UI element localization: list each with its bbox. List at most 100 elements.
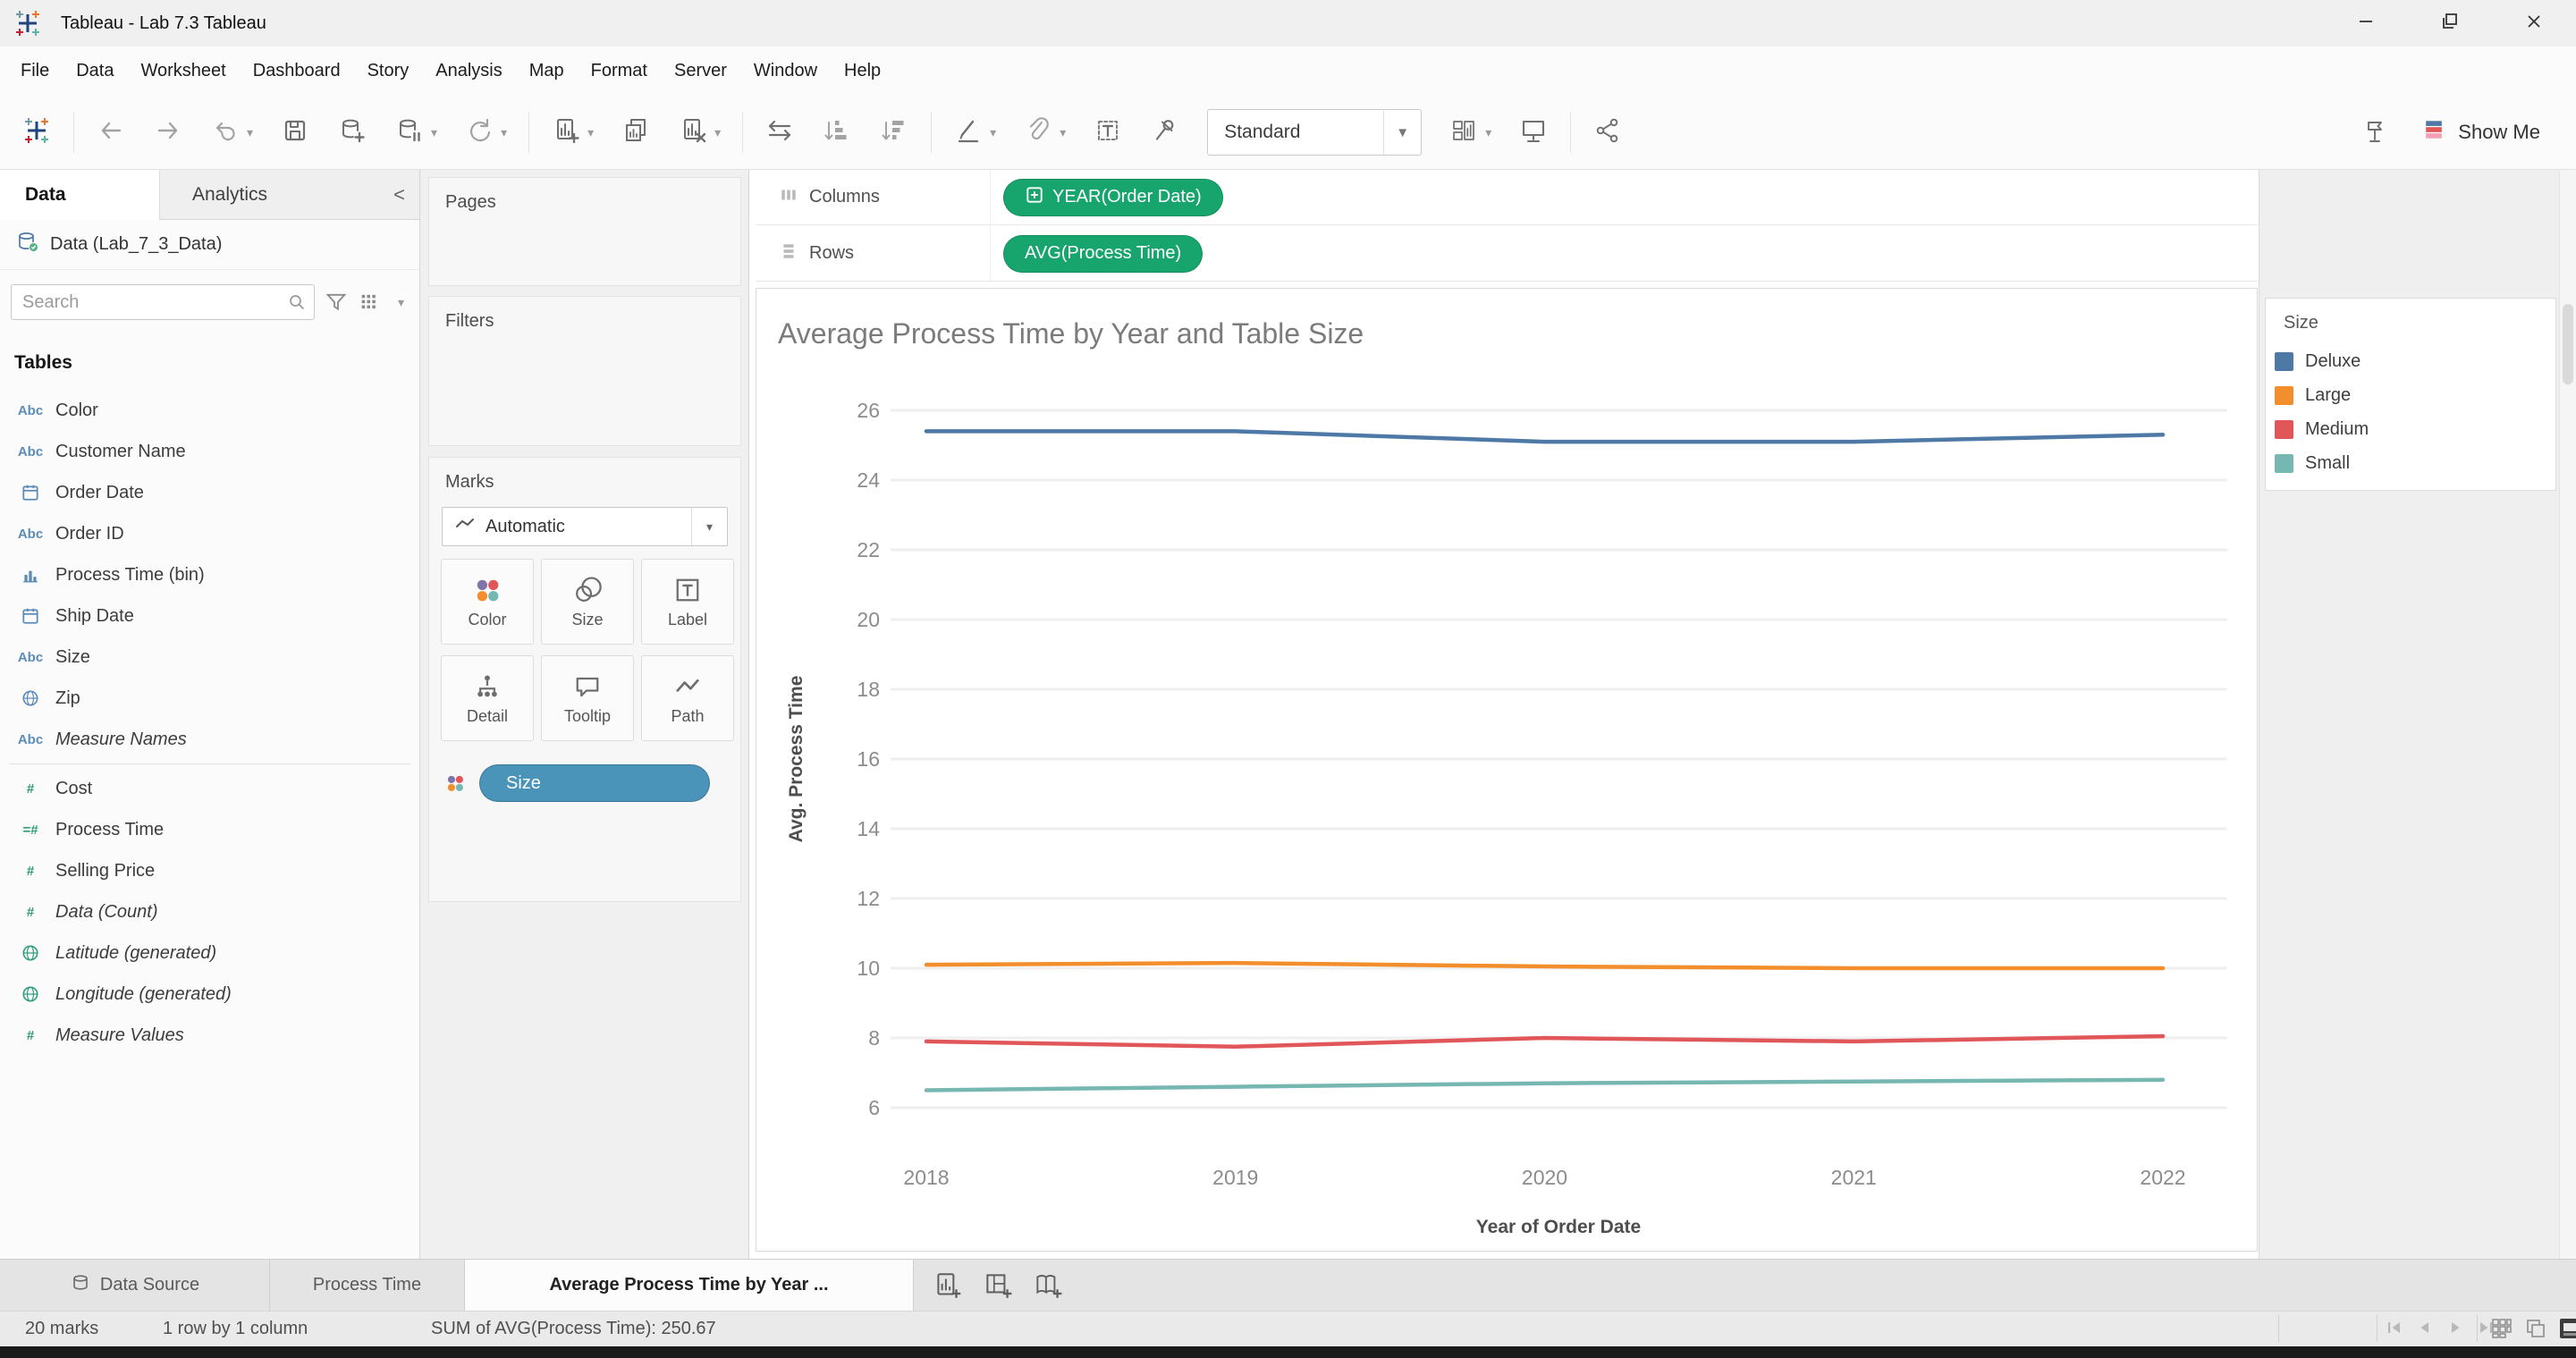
mark-type-select[interactable]: Automatic ▾ xyxy=(442,507,728,546)
legend-entry-large[interactable]: Large xyxy=(2266,378,2555,412)
new-dashboard-icon[interactable] xyxy=(982,1269,1014,1302)
forward-button[interactable] xyxy=(153,115,183,150)
mark-button-color[interactable]: Color xyxy=(441,559,534,645)
mark-button-tooltip[interactable]: Tooltip xyxy=(541,655,634,741)
field-process-time-bin[interactable]: Process Time (bin) xyxy=(0,554,419,595)
field-longitude-generated[interactable]: Longitude (generated) xyxy=(0,974,419,1015)
view-options-icon[interactable] xyxy=(358,290,383,315)
field-measure-names[interactable]: AbcMeasure Names xyxy=(0,719,419,760)
field-cost[interactable]: #Cost xyxy=(0,768,419,809)
show-sheet-sorter-icon[interactable] xyxy=(2489,1316,2514,1346)
sort-descending-button[interactable] xyxy=(879,115,909,150)
pages-card[interactable]: Pages xyxy=(428,177,741,286)
field-zip[interactable]: Zip xyxy=(0,678,419,719)
show-hide-cards-button[interactable]: ▾ xyxy=(1448,115,1491,150)
field-color[interactable]: AbcColor xyxy=(0,390,419,431)
next-page-icon[interactable] xyxy=(2445,1317,2466,1344)
menu-item-format[interactable]: Format xyxy=(578,61,661,81)
close-button[interactable] xyxy=(2492,0,2576,46)
field-selling-price[interactable]: #Selling Price xyxy=(0,850,419,891)
new-story-icon[interactable] xyxy=(1032,1269,1064,1302)
field-order-date[interactable]: Order Date xyxy=(0,472,419,513)
search-input[interactable] xyxy=(11,284,315,320)
sheet-tab-average-process-time-by-year[interactable]: Average Process Time by Year ... xyxy=(465,1260,914,1311)
first-page-icon[interactable] xyxy=(2384,1317,2405,1344)
legend-entry-small[interactable]: Small xyxy=(2266,446,2555,480)
highlight-button[interactable]: ▾ xyxy=(953,115,996,150)
field-data-count[interactable]: #Data (Count) xyxy=(0,891,419,932)
swap-rows-columns-button[interactable] xyxy=(764,115,795,150)
field-measure-values[interactable]: #Measure Values xyxy=(0,1015,419,1056)
menu-item-analysis[interactable]: Analysis xyxy=(422,61,515,81)
field-order-id[interactable]: AbcOrder ID xyxy=(0,513,419,554)
legend-entry-deluxe[interactable]: Deluxe xyxy=(2266,344,2555,378)
sheet-tab-process-time[interactable]: Process Time xyxy=(270,1260,465,1311)
field-size[interactable]: AbcSize xyxy=(0,637,419,678)
mark-button-label[interactable]: Label xyxy=(641,559,734,645)
fit-selector[interactable]: Standard ▼ xyxy=(1207,109,1422,156)
previous-page-icon[interactable] xyxy=(2414,1317,2436,1344)
rows-shelf[interactable]: Rows AVG(Process Time) xyxy=(756,226,2258,282)
mark-button-size[interactable]: Size xyxy=(541,559,634,645)
refresh-button[interactable]: ▾ xyxy=(464,115,507,150)
field-customer-name[interactable]: AbcCustomer Name xyxy=(0,431,419,472)
restore-button[interactable] xyxy=(2408,0,2492,46)
menu-item-server[interactable]: Server xyxy=(661,61,740,81)
undo-button[interactable]: ▾ xyxy=(210,115,253,150)
show-me-button[interactable]: Show Me xyxy=(2420,116,2540,148)
clear-sheet-button[interactable]: ▾ xyxy=(678,115,721,150)
series-line-small[interactable] xyxy=(926,1080,2163,1091)
legend-entry-medium[interactable]: Medium xyxy=(2266,412,2555,446)
field-latitude-generated[interactable]: Latitude (generated) xyxy=(0,932,419,974)
field-label: Order Date xyxy=(55,483,144,503)
minimize-button[interactable] xyxy=(2324,0,2408,46)
sort-ascending-button[interactable] xyxy=(822,115,852,150)
menu-item-file[interactable]: File xyxy=(7,61,63,81)
show-filmstrip-icon[interactable] xyxy=(2523,1316,2548,1346)
chevron-down-icon: ▼ xyxy=(1383,110,1421,155)
menu-item-help[interactable]: Help xyxy=(831,61,894,81)
mark-button-detail[interactable]: Detail xyxy=(441,655,534,741)
size-pill[interactable]: Size xyxy=(479,764,710,802)
new-worksheet-icon[interactable] xyxy=(932,1269,964,1302)
menu-item-window[interactable]: Window xyxy=(740,61,831,81)
new-data-source-button[interactable] xyxy=(337,115,367,150)
tab-analytics[interactable]: Analytics < xyxy=(159,170,419,220)
tableau-home-button[interactable] xyxy=(21,115,52,150)
dropdown-caret-icon[interactable]: ▾ xyxy=(398,295,404,310)
pause-updates-button[interactable]: ▾ xyxy=(394,115,437,150)
fix-axes-button[interactable] xyxy=(1150,115,1180,150)
rows-pill[interactable]: AVG(Process Time) xyxy=(1003,235,1203,273)
menu-item-story[interactable]: Story xyxy=(354,61,423,81)
filter-fields-icon[interactable] xyxy=(324,290,349,315)
scrollbar-thumb[interactable] xyxy=(2563,304,2573,384)
sheet-tab-data-source[interactable]: Data Source xyxy=(0,1260,270,1311)
collapse-pane-icon[interactable]: < xyxy=(393,183,405,207)
filters-card[interactable]: Filters xyxy=(428,296,741,446)
menu-item-worksheet[interactable]: Worksheet xyxy=(127,61,239,81)
mark-button-path[interactable]: Path xyxy=(641,655,734,741)
duplicate-sheet-button[interactable] xyxy=(621,115,651,150)
menu-item-dashboard[interactable]: Dashboard xyxy=(240,61,354,81)
field-process-time[interactable]: =#Process Time xyxy=(0,809,419,850)
columns-shelf[interactable]: Columns YEAR(Order Date) xyxy=(756,170,2258,225)
tab-data[interactable]: Data xyxy=(0,170,159,220)
new-worksheet-button[interactable]: ▾ xyxy=(551,115,594,150)
data-source-item[interactable]: Data (Lab_7_3_Data) xyxy=(0,220,419,270)
share-button[interactable] xyxy=(1592,115,1623,150)
chart-plot[interactable]: 6810121416182022242620182019202020212022 xyxy=(756,289,2259,1253)
scrollbar[interactable] xyxy=(2559,170,2576,1259)
back-button[interactable] xyxy=(96,115,126,150)
menu-item-data[interactable]: Data xyxy=(63,61,127,81)
save-button[interactable] xyxy=(280,115,310,150)
field-ship-date[interactable]: Ship Date xyxy=(0,595,419,637)
show-mark-labels-button[interactable] xyxy=(1093,115,1123,150)
group-members-button[interactable]: ▾ xyxy=(1023,115,1066,150)
columns-pill[interactable]: YEAR(Order Date) xyxy=(1003,179,1223,216)
menu-item-map[interactable]: Map xyxy=(516,61,578,81)
show-tabs-icon[interactable] xyxy=(2557,1316,2576,1346)
series-line-deluxe[interactable] xyxy=(926,431,2163,442)
presentation-mode-button[interactable] xyxy=(1518,115,1549,150)
tooltip-flag-button[interactable] xyxy=(2360,115,2390,150)
status-separator xyxy=(2377,1315,2378,1342)
